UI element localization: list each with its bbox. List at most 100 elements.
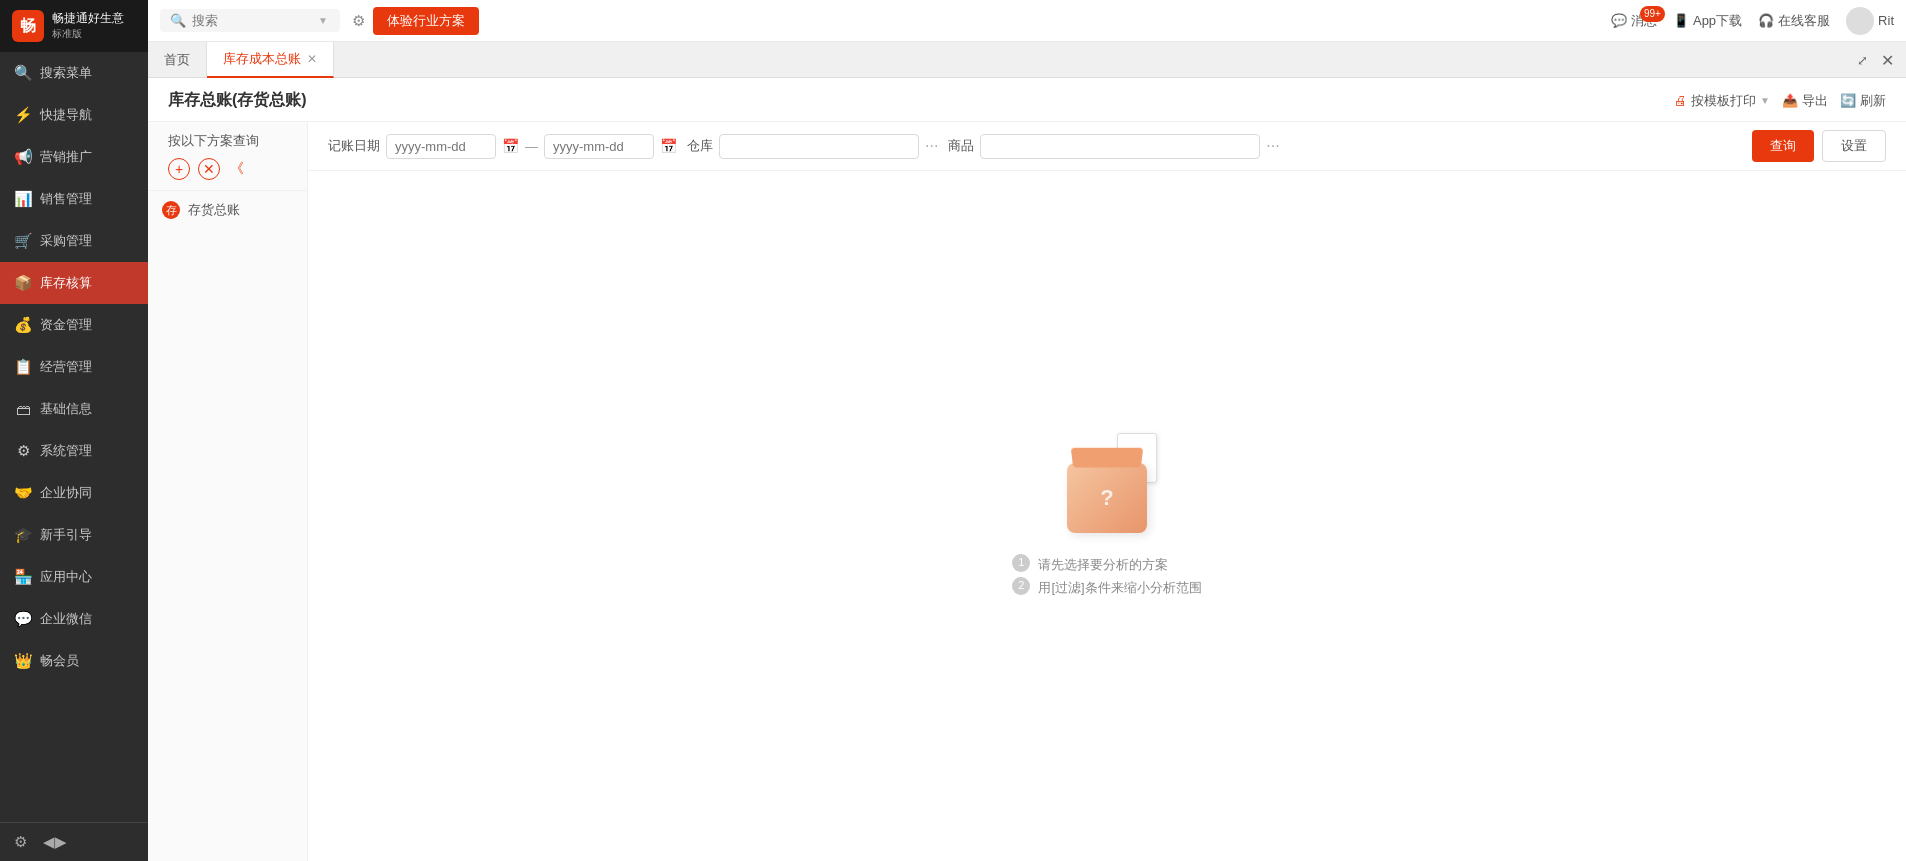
sidebar-item-system[interactable]: ⚙ 系统管理 <box>0 430 148 472</box>
finance-icon: 💰 <box>14 316 32 334</box>
online-service-button[interactable]: 🎧 在线客服 <box>1758 12 1830 30</box>
empty-tips: 1 请先选择要分析的方案 2 用[过滤]条件来缩小分析范围 <box>1012 553 1201 600</box>
settings-footer-button[interactable]: ⚙ <box>14 833 27 851</box>
sidebar-item-finance[interactable]: 💰 资金管理 <box>0 304 148 346</box>
goods-more-icon[interactable]: ··· <box>1266 137 1279 155</box>
content-body: 按以下方案查询 + ✕ 《 存 存货总账 记账日期 <box>148 122 1906 861</box>
inventory-icon: 📦 <box>14 274 32 292</box>
logo-icon: 畅 <box>12 10 44 42</box>
sidebar-item-shortcut[interactable]: ⚡ 快捷导航 <box>0 94 148 136</box>
sidebar-item-sales[interactable]: 📊 销售管理 <box>0 178 148 220</box>
tab-close-icon[interactable]: ✕ <box>307 52 317 66</box>
industry-button[interactable]: 体验行业方案 <box>373 7 479 35</box>
operation-icon: 📋 <box>14 358 32 376</box>
settings-button[interactable]: 设置 <box>1822 130 1886 162</box>
headset-icon: 🎧 <box>1758 13 1774 28</box>
user-area[interactable]: Rit <box>1846 7 1894 35</box>
sidebar-item-purchase[interactable]: 🛒 采购管理 <box>0 220 148 262</box>
export-button[interactable]: 📤 导出 <box>1782 92 1828 110</box>
empty-box <box>1067 463 1147 533</box>
goods-label: 商品 <box>948 137 974 155</box>
filter-collapse-button[interactable]: 《 <box>230 160 244 178</box>
tab-home[interactable]: 首页 <box>148 42 207 78</box>
main-area: 🔍 ▼ ⚙ 体验行业方案 💬 消息 99+ 📱 App下载 🎧 在线客服 Rit <box>148 0 1906 861</box>
filter-scheme-item[interactable]: 存 存货总账 <box>148 191 307 229</box>
print-button[interactable]: 🖨 按模板打印 ▼ <box>1674 92 1770 110</box>
query-button[interactable]: 查询 <box>1752 130 1814 162</box>
export-icon: 📤 <box>1782 93 1798 108</box>
app-badge: 标准版 <box>52 27 124 41</box>
sidebar-item-operation[interactable]: 📋 经营管理 <box>0 346 148 388</box>
warehouse-label: 仓库 <box>687 137 713 155</box>
calendar-to-icon[interactable]: 📅 <box>660 138 677 154</box>
sidebar-item-inventory[interactable]: 📦 库存核算 <box>0 262 148 304</box>
corp-icon: 🤝 <box>14 484 32 502</box>
page-header: 库存总账(存货总账) 🖨 按模板打印 ▼ 📤 导出 🔄 刷新 <box>148 78 1906 122</box>
refresh-icon: 🔄 <box>1840 93 1856 108</box>
expand-tabs-icon[interactable]: ⤢ <box>1849 42 1876 78</box>
calendar-from-icon[interactable]: 📅 <box>502 138 519 154</box>
search-area[interactable]: 🔍 ▼ <box>160 9 340 32</box>
main-right: 记账日期 📅 — 📅 仓库 ··· 商品 <box>308 122 1906 861</box>
date-from-input[interactable] <box>386 134 496 159</box>
print-icon: 🖨 <box>1674 93 1687 108</box>
empty-tip-1: 1 请先选择要分析的方案 <box>1012 553 1201 576</box>
sidebar-item-guide[interactable]: 🎓 新手引导 <box>0 514 148 556</box>
filter-bar-label: 按以下方案查询 <box>168 132 259 150</box>
warehouse-filter-group: 仓库 ··· <box>687 134 938 159</box>
header-actions: 🖨 按模板打印 ▼ 📤 导出 🔄 刷新 <box>1674 92 1886 110</box>
topbar: 🔍 ▼ ⚙ 体验行业方案 💬 消息 99+ 📱 App下载 🎧 在线客服 Rit <box>148 0 1906 42</box>
refresh-button[interactable]: 🔄 刷新 <box>1840 92 1886 110</box>
search-input[interactable] <box>192 13 312 28</box>
filter-add-button[interactable]: + <box>168 158 190 180</box>
filter-panel: 按以下方案查询 + ✕ 《 存 存货总账 <box>148 122 308 861</box>
sidebar-item-member[interactable]: 👑 畅会员 <box>0 640 148 682</box>
filter-actions: 查询 设置 <box>1752 130 1886 162</box>
search-icon: 🔍 <box>170 13 186 28</box>
date-to-input[interactable] <box>544 134 654 159</box>
message-icon: 💬 <box>1611 13 1627 28</box>
wechat-icon: 💬 <box>14 610 32 628</box>
shortcut-icon: ⚡ <box>14 106 32 124</box>
app-name: 畅捷通好生意 <box>52 11 124 27</box>
goods-input[interactable] <box>980 134 1260 159</box>
message-button[interactable]: 💬 消息 99+ <box>1611 12 1657 30</box>
marketing-icon: 📢 <box>14 148 32 166</box>
base-icon: 🗃 <box>14 401 32 418</box>
collapse-footer-button[interactable]: ◀▶ <box>43 833 67 851</box>
filter-fields: 记账日期 📅 — 📅 仓库 ··· 商品 <box>308 122 1906 171</box>
sidebar-nav: 🔍 搜索菜单 ⚡ 快捷导航 📢 营销推广 📊 销售管理 🛒 采购管理 📦 库存核… <box>0 52 148 822</box>
filter-close-button[interactable]: ✕ <box>198 158 220 180</box>
avatar <box>1846 7 1874 35</box>
sidebar-item-corp[interactable]: 🤝 企业协同 <box>0 472 148 514</box>
phone-icon: 📱 <box>1673 13 1689 28</box>
system-icon: ⚙ <box>14 442 32 460</box>
message-badge: 99+ <box>1640 6 1665 22</box>
tab-inventory-ledger[interactable]: 库存成本总账 ✕ <box>207 42 334 78</box>
member-icon: 👑 <box>14 652 32 670</box>
page-title: 库存总账(存货总账) <box>168 90 307 111</box>
empty-tip-2: 2 用[过滤]条件来缩小分析范围 <box>1012 576 1201 599</box>
guide-icon: 🎓 <box>14 526 32 544</box>
sidebar-item-appstore[interactable]: 🏪 应用中心 <box>0 556 148 598</box>
search-icon: 🔍 <box>14 64 32 82</box>
sidebar: 畅 畅捷通好生意 标准版 🔍 搜索菜单 ⚡ 快捷导航 📢 营销推广 📊 销售管理… <box>0 0 148 861</box>
appstore-icon: 🏪 <box>14 568 32 586</box>
chevron-down-icon: ▼ <box>318 15 328 26</box>
sidebar-item-base[interactable]: 🗃 基础信息 <box>0 388 148 430</box>
app-logo: 畅 畅捷通好生意 标准版 <box>0 0 148 52</box>
sidebar-item-wechat[interactable]: 💬 企业微信 <box>0 598 148 640</box>
sidebar-item-search[interactable]: 🔍 搜索菜单 <box>0 52 148 94</box>
empty-state: 1 请先选择要分析的方案 2 用[过滤]条件来缩小分析范围 <box>308 171 1906 861</box>
chevron-down-icon: ▼ <box>1760 95 1770 106</box>
empty-illustration <box>1047 433 1167 533</box>
sidebar-item-marketing[interactable]: 📢 营销推广 <box>0 136 148 178</box>
app-download-button[interactable]: 📱 App下载 <box>1673 12 1742 30</box>
page-content: 库存总账(存货总账) 🖨 按模板打印 ▼ 📤 导出 🔄 刷新 <box>148 78 1906 861</box>
warehouse-more-icon[interactable]: ··· <box>925 137 938 155</box>
warehouse-input[interactable] <box>719 134 919 159</box>
gear-icon[interactable]: ⚙ <box>352 12 365 30</box>
goods-filter-group: 商品 ··· <box>948 134 1279 159</box>
date-filter-group: 记账日期 📅 — 📅 <box>328 134 677 159</box>
sales-icon: 📊 <box>14 190 32 208</box>
